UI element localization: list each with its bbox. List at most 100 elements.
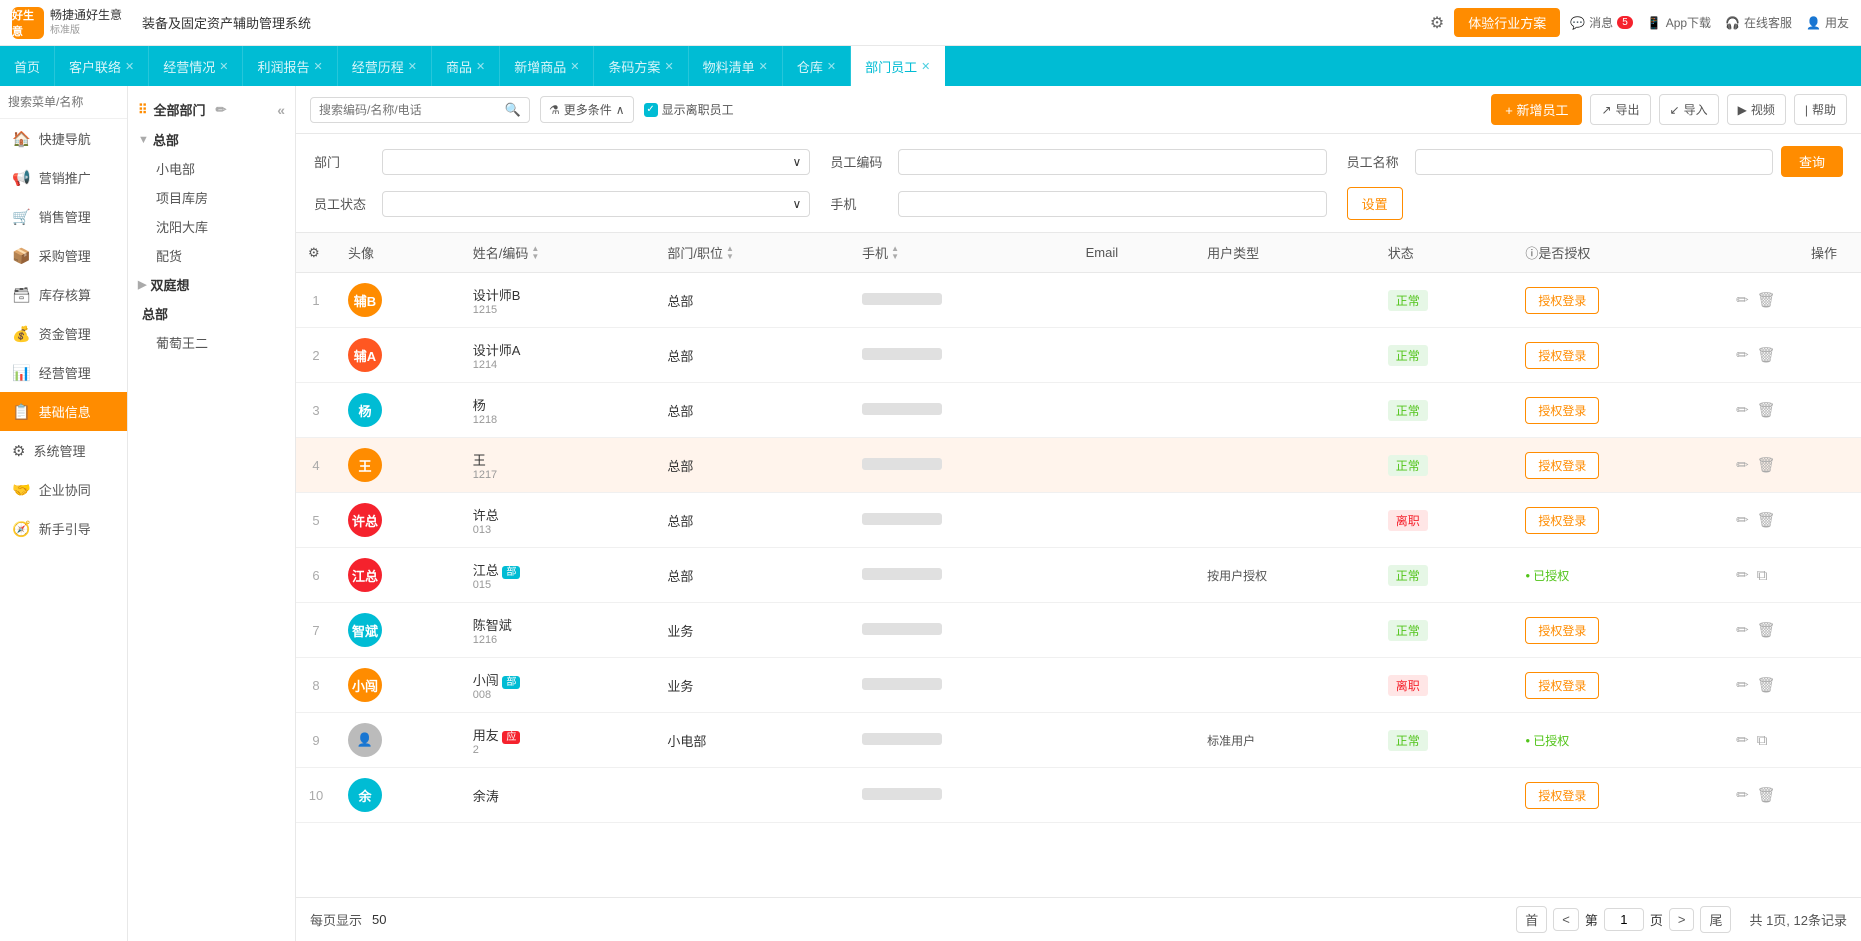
edit-icon[interactable]: ✏	[1736, 346, 1749, 364]
close-icon[interactable]: ✕	[664, 60, 673, 73]
edit-icon[interactable]: ✏	[1736, 291, 1749, 309]
close-icon[interactable]: ✕	[408, 60, 417, 73]
app-download-button[interactable]: 📱 App下载	[1647, 14, 1711, 31]
gear-icon[interactable]: ⚙	[1430, 13, 1444, 33]
close-icon[interactable]: ✕	[125, 60, 134, 73]
edit-icon[interactable]: ✏	[1736, 401, 1749, 419]
message-button[interactable]: 💬 消息 5	[1570, 14, 1633, 31]
edit-icon[interactable]: ✏	[1736, 456, 1749, 474]
user-avatar[interactable]: 👤 用友	[1806, 14, 1849, 31]
tab-profit[interactable]: 利润报告✕	[243, 46, 337, 86]
page-input[interactable]	[1604, 908, 1644, 931]
import-button[interactable]: ↙ 导入	[1659, 94, 1719, 125]
edit-icon[interactable]: ✏	[1736, 786, 1749, 804]
dept-select[interactable]: ∨	[382, 149, 810, 175]
sidebar-item-inventory[interactable]: 🗃库存核算	[0, 275, 127, 314]
tree-node-small-elec[interactable]: 小电部	[128, 154, 295, 183]
next-page-button[interactable]: >	[1669, 908, 1695, 931]
tab-history[interactable]: 经营历程✕	[338, 46, 432, 86]
tree-node-hq2[interactable]: 总部	[128, 299, 295, 328]
auth-button[interactable]: 授权登录	[1525, 507, 1599, 534]
copy-icon[interactable]: ⧉	[1757, 732, 1768, 749]
sidebar-item-quicknav[interactable]: 🏠快捷导航	[0, 119, 127, 158]
emp-code-input[interactable]	[898, 149, 1326, 175]
online-service-button[interactable]: 🎧 在线客服	[1725, 14, 1792, 31]
sidebar-item-operations[interactable]: 📊经营管理	[0, 353, 127, 392]
tree-node-grape-king[interactable]: 葡萄王二	[128, 328, 295, 357]
tab-dept[interactable]: 部门员工✕	[851, 46, 945, 86]
sidebar-item-corp[interactable]: 🤝企业协同	[0, 470, 127, 509]
sidebar-search[interactable]: 🔍	[0, 86, 127, 119]
tree-collapse-icon[interactable]: «	[277, 102, 285, 118]
close-icon[interactable]: ✕	[759, 60, 768, 73]
search-button[interactable]: 查询	[1781, 146, 1843, 177]
sidebar-item-guide[interactable]: 🧭新手引导	[0, 509, 127, 548]
tree-edit-icon[interactable]: ✏	[216, 102, 227, 118]
tree-node-shenyang[interactable]: 沈阳大库	[128, 212, 295, 241]
auth-button[interactable]: 授权登录	[1525, 287, 1599, 314]
col-phone[interactable]: 手机▲▼	[850, 233, 1074, 273]
last-page-button[interactable]: 尾	[1700, 906, 1731, 933]
edit-icon[interactable]: ✏	[1736, 731, 1749, 749]
edit-icon[interactable]: ✏	[1736, 566, 1749, 584]
sidebar-item-finance[interactable]: 💰资金管理	[0, 314, 127, 353]
close-icon[interactable]: ✕	[921, 60, 930, 73]
tree-node-hq[interactable]: ▼ 总部	[128, 125, 295, 154]
tab-material[interactable]: 物料清单✕	[689, 46, 783, 86]
tab-barcode[interactable]: 条码方案✕	[594, 46, 688, 86]
delete-icon[interactable]: 🗑	[1757, 346, 1776, 364]
first-page-button[interactable]: 首	[1516, 906, 1547, 933]
auth-button[interactable]: 授权登录	[1525, 452, 1599, 479]
sidebar-item-marketing[interactable]: 📢营销推广	[0, 158, 127, 197]
tree-header[interactable]: ⠿ 全部部门 ✏ «	[128, 94, 295, 125]
set-button[interactable]: 设置	[1347, 187, 1403, 220]
edit-icon[interactable]: ✏	[1736, 621, 1749, 639]
search-box[interactable]: 🔍	[310, 97, 530, 123]
search-input[interactable]	[319, 103, 499, 117]
tree-node-project[interactable]: 项目库房	[128, 183, 295, 212]
prev-page-button[interactable]: <	[1553, 908, 1579, 931]
delete-icon[interactable]: 🗑	[1757, 621, 1776, 639]
close-icon[interactable]: ✕	[827, 60, 836, 73]
tab-customer[interactable]: 客户联络✕	[55, 46, 149, 86]
status-select[interactable]: ∨	[382, 191, 810, 217]
col-dept[interactable]: 部门/职位▲▼	[655, 233, 850, 273]
auth-button[interactable]: 授权登录	[1525, 672, 1599, 699]
show-resigned-toggle[interactable]: ✓ 显示离职员工	[644, 101, 734, 118]
sidebar-item-sales[interactable]: 🛒销售管理	[0, 197, 127, 236]
export-button[interactable]: ↗ 导出	[1590, 94, 1650, 125]
tab-operations[interactable]: 经营情况✕	[149, 46, 243, 86]
more-filter-button[interactable]: ⚗ 更多条件 ∧	[540, 96, 634, 123]
tab-home[interactable]: 首页	[0, 46, 55, 86]
phone-input[interactable]	[898, 191, 1326, 217]
auth-button[interactable]: 授权登录	[1525, 397, 1599, 424]
close-icon[interactable]: ✕	[570, 60, 579, 73]
sidebar-item-purchase[interactable]: 📦采购管理	[0, 236, 127, 275]
auth-button[interactable]: 授权登录	[1525, 782, 1599, 809]
delete-icon[interactable]: 🗑	[1757, 511, 1776, 529]
tab-goods[interactable]: 商品✕	[432, 46, 500, 86]
help-button[interactable]: | 帮助	[1794, 94, 1847, 125]
tree-node-distribution[interactable]: 配货	[128, 241, 295, 270]
delete-icon[interactable]: 🗑	[1757, 676, 1776, 694]
delete-icon[interactable]: 🗑	[1757, 291, 1776, 309]
add-employee-button[interactable]: + 新增员工	[1491, 94, 1582, 125]
emp-name-input[interactable]	[1415, 149, 1773, 175]
delete-icon[interactable]: 🗑	[1757, 786, 1776, 804]
delete-icon[interactable]: 🗑	[1757, 456, 1776, 474]
auth-button[interactable]: 授权登录	[1525, 342, 1599, 369]
close-icon[interactable]: ✕	[476, 60, 485, 73]
col-name[interactable]: 姓名/编码▲▼	[461, 233, 656, 273]
try-button[interactable]: 体验行业方案	[1454, 8, 1560, 37]
view-button[interactable]: ▶ 视频	[1727, 94, 1786, 125]
sidebar-item-basic[interactable]: 📋基础信息	[0, 392, 127, 431]
col-settings[interactable]: ⚙	[296, 233, 336, 273]
close-icon[interactable]: ✕	[219, 60, 228, 73]
tab-newgoods[interactable]: 新增商品✕	[500, 46, 594, 86]
delete-icon[interactable]: 🗑	[1757, 401, 1776, 419]
sidebar-item-system[interactable]: ⚙系统管理	[0, 431, 127, 470]
edit-icon[interactable]: ✏	[1736, 511, 1749, 529]
tree-node-double-dream[interactable]: ▶ 双庭想	[128, 270, 295, 299]
copy-icon[interactable]: ⧉	[1757, 567, 1768, 584]
edit-icon[interactable]: ✏	[1736, 676, 1749, 694]
